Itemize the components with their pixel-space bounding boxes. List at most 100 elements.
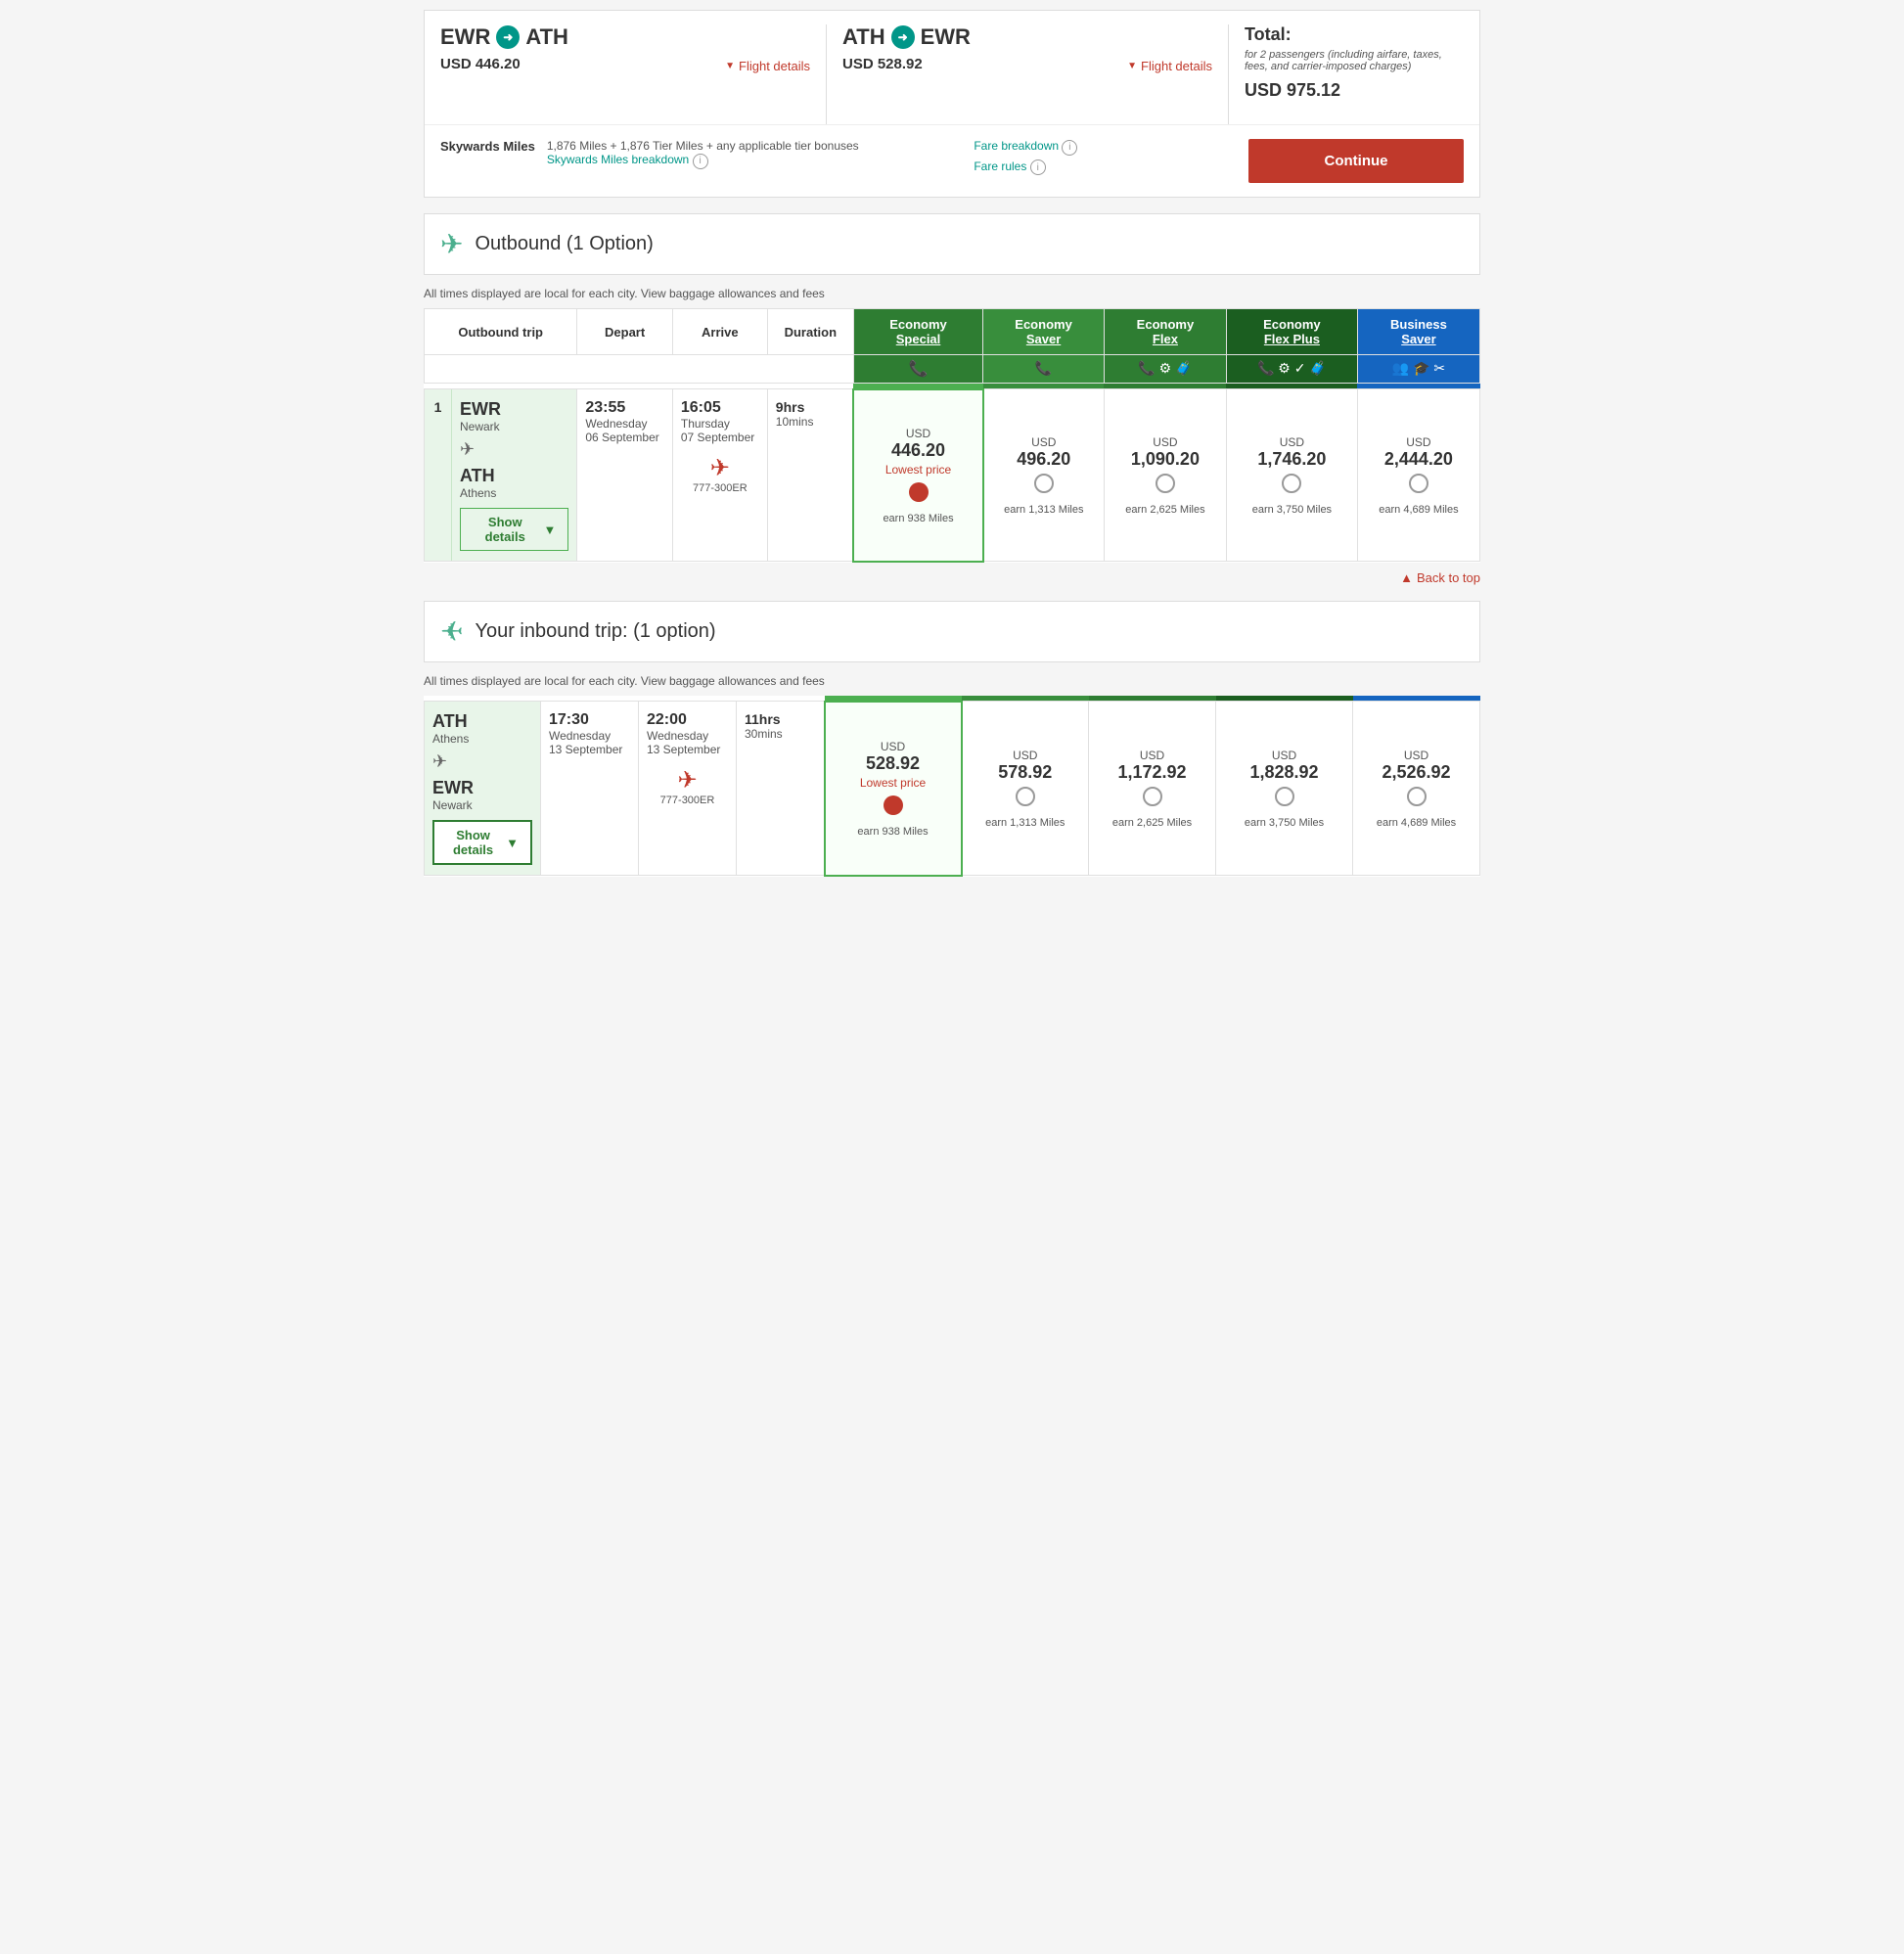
inbound-depart-date: 13 September [549, 743, 630, 756]
depart-time: 23:55 [585, 399, 664, 417]
chevron-down-icon: ▼ [543, 523, 556, 537]
col-economy-saver[interactable]: Economy Saver [983, 309, 1105, 355]
inbound-biz-saver-amount: 2,526.92 [1363, 762, 1470, 783]
inbound-section-title: Your inbound trip: (1 option) [475, 620, 715, 643]
inbound-airline-logo: ✈ [647, 766, 728, 795]
inbound-economy-flex-plus-price[interactable]: USD 1,828.92 earn 3,750 Miles [1216, 702, 1353, 876]
inbound-eco-saver-radio[interactable] [1016, 787, 1035, 806]
inbound-to-name: Newark [432, 798, 532, 812]
inbound-flight-details-link[interactable]: ▼ Flight details [1127, 59, 1212, 73]
outbound-economy-saver-price[interactable]: USD 496.20 earn 1,313 Miles [983, 389, 1105, 562]
inbound-eco-saver-currency: USD [973, 749, 1079, 762]
col-outbound-trip: Outbound trip [425, 309, 577, 355]
inbound-depart-time: 17:30 [549, 711, 630, 729]
inbound-eco-flexplus-radio[interactable] [1275, 787, 1294, 806]
economy-saver-icons: 📞 [983, 355, 1105, 384]
fare-breakdown-link[interactable]: Fare breakdown [974, 139, 1059, 153]
total-block: Total: for 2 passengers (including airfa… [1229, 24, 1464, 124]
outbound-economy-special-price[interactable]: USD 446.20 Lowest price earn 938 Miles [853, 389, 982, 562]
col-duration: Duration [767, 309, 853, 355]
skywards-content: 1,876 Miles + 1,876 Tier Miles + any app… [547, 139, 959, 169]
inbound-route-info: ATH Athens ✈ EWR Newark Show details ▼ [425, 702, 540, 875]
inbound-arrive-day: Wednesday [647, 729, 728, 743]
to-airport-name: Athens [460, 486, 568, 500]
fare-rules-link[interactable]: Fare rules [974, 159, 1026, 173]
eco-flexplus-miles: earn 3,750 Miles [1237, 504, 1347, 516]
outbound-economy-flex-plus-price[interactable]: USD 1,746.20 earn 3,750 Miles [1226, 389, 1357, 562]
inbound-eco-flexplus-amount: 1,828.92 [1226, 762, 1342, 783]
inbound-economy-flex-price[interactable]: USD 1,172.92 earn 2,625 Miles [1089, 702, 1216, 876]
business-saver-icons: 👥 🎓 ✂ [1357, 355, 1479, 384]
inbound-from: ATH [842, 24, 885, 50]
economy-special-icons: 📞 [853, 355, 982, 384]
plane-icon: ✈ [440, 228, 463, 260]
inbound-chevron-icon: ▼ [506, 836, 519, 850]
inbound-route: ATH ➜ EWR [842, 24, 1212, 50]
eco-special-radio[interactable] [909, 482, 929, 502]
inbound-eco-flexplus-miles: earn 3,750 Miles [1226, 817, 1342, 829]
continue-button[interactable]: Continue [1248, 139, 1464, 183]
inbound-arrow-icon: ➜ [891, 25, 915, 49]
outbound-flight-table: Outbound trip Depart Arrive Duration Eco… [424, 308, 1480, 563]
inbound-duration-hrs: 11hrs [745, 711, 816, 727]
outbound-flight-info: 1 EWR Newark ✈ ATH Athens Show details ▼ [425, 389, 577, 562]
inbound-flight-table: ATH Athens ✈ EWR Newark Show details ▼ [424, 696, 1480, 877]
eco-special-lowest: Lowest price [864, 463, 972, 477]
fare-block: Fare breakdown i Fare rules i [974, 139, 1233, 179]
up-arrow-icon: ▲ [1400, 570, 1413, 585]
inbound-economy-saver-price[interactable]: USD 578.92 earn 1,313 Miles [962, 702, 1089, 876]
col-economy-flex[interactable]: Economy Flex [1104, 309, 1226, 355]
outbound-section-title: Outbound (1 Option) [475, 233, 653, 255]
biz-saver-radio[interactable] [1409, 474, 1428, 493]
total-note: for 2 passengers (including airfare, tax… [1245, 49, 1464, 72]
inbound-eco-special-radio[interactable] [884, 795, 903, 815]
eco-special-currency: USD [864, 427, 972, 440]
col-depart: Depart [577, 309, 673, 355]
chevron-down-icon: ▼ [1127, 61, 1137, 71]
outbound-to: ATH [525, 24, 568, 50]
economy-flex-icons: 📞 ⚙ 🧳 [1104, 355, 1226, 384]
skywards-block: Skywards Miles 1,876 Miles + 1,876 Tier … [440, 139, 958, 169]
inbound-biz-saver-miles: earn 4,689 Miles [1363, 817, 1470, 829]
inbound-biz-saver-radio[interactable] [1407, 787, 1427, 806]
eco-flexplus-currency: USD [1237, 435, 1347, 449]
inbound-arrive-date: 13 September [647, 743, 728, 756]
eco-flexplus-amount: 1,746.20 [1237, 449, 1347, 470]
skywards-breakdown-link[interactable]: Skywards Miles breakdown i [547, 153, 708, 166]
outbound-section-header: ✈ Outbound (1 Option) [424, 213, 1480, 275]
eco-flex-amount: 1,090.20 [1114, 449, 1216, 470]
back-to-top[interactable]: ▲ Back to top [424, 570, 1480, 585]
outbound-flight-details-link[interactable]: ▼ Flight details [725, 59, 810, 73]
eco-saver-currency: USD [994, 435, 1094, 449]
col-economy-special[interactable]: Economy Special [853, 309, 982, 355]
eco-saver-amount: 496.20 [994, 449, 1094, 470]
skywards-label: Skywards Miles [440, 139, 535, 169]
airline-logo: ✈ [681, 454, 759, 482]
col-business-saver[interactable]: Business Saver [1357, 309, 1479, 355]
inbound-business-saver-price[interactable]: USD 2,526.92 earn 4,689 Miles [1353, 702, 1480, 876]
inbound-eco-flex-radio[interactable] [1143, 787, 1162, 806]
duration-hrs: 9hrs [776, 399, 845, 415]
chevron-down-icon: ▼ [725, 61, 735, 71]
skywards-info-icon[interactable]: i [693, 154, 708, 169]
aircraft-info: ✈ 777-300ER [681, 454, 759, 494]
show-details-button[interactable]: Show details ▼ [460, 508, 568, 551]
eco-flex-radio[interactable] [1156, 474, 1175, 493]
fare-rules-info-icon[interactable]: i [1030, 159, 1046, 175]
fare-breakdown-info-icon[interactable]: i [1062, 140, 1077, 156]
biz-saver-amount: 2,444.20 [1368, 449, 1470, 470]
inbound-flight-info: ATH Athens ✈ EWR Newark Show details ▼ [425, 702, 541, 876]
outbound-economy-flex-price[interactable]: USD 1,090.20 earn 2,625 Miles [1104, 389, 1226, 562]
eco-flexplus-radio[interactable] [1282, 474, 1301, 493]
inbound-economy-special-price[interactable]: USD 528.92 Lowest price earn 938 Miles [825, 702, 962, 876]
eco-saver-radio[interactable] [1034, 474, 1054, 493]
eco-saver-miles: earn 1,313 Miles [994, 504, 1094, 516]
col-economy-flex-plus[interactable]: Economy Flex Plus [1226, 309, 1357, 355]
biz-saver-miles: earn 4,689 Miles [1368, 504, 1470, 516]
inbound-show-details-button[interactable]: Show details ▼ [432, 820, 532, 865]
outbound-business-saver-price[interactable]: USD 2,444.20 earn 4,689 Miles [1357, 389, 1479, 562]
total-price: USD 975.12 [1245, 80, 1464, 101]
eco-special-miles: earn 938 Miles [864, 513, 972, 524]
inbound-arrive-time: 22:00 [647, 711, 728, 729]
col-arrive: Arrive [672, 309, 767, 355]
